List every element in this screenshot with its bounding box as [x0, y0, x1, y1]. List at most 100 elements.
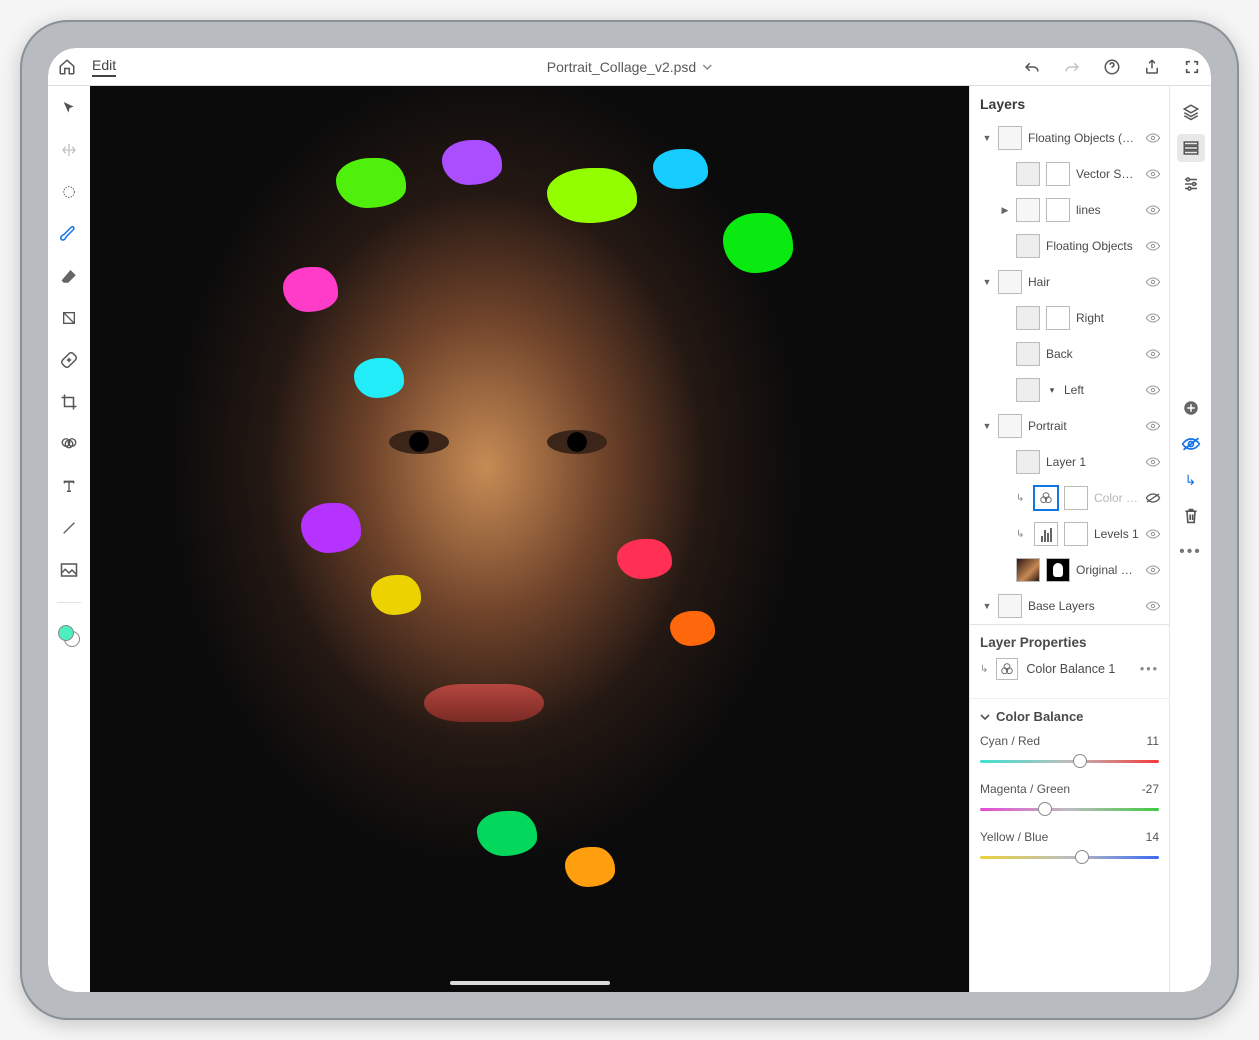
layers-compact-icon[interactable] [1177, 98, 1205, 126]
home-icon[interactable] [58, 58, 76, 76]
canvas[interactable] [90, 86, 969, 992]
visibility-icon[interactable] [1145, 312, 1163, 324]
visibility-icon[interactable] [1145, 492, 1163, 504]
folder-thumb [1016, 198, 1040, 222]
disclosure-icon[interactable]: ▼ [982, 601, 992, 611]
layer-row[interactable]: Layer 1 [970, 444, 1169, 480]
slider-knob[interactable] [1073, 754, 1087, 768]
layer-row[interactable]: ▼Floating Objects (alwa… [970, 120, 1169, 156]
clip-layer-icon[interactable]: ↳ [1177, 466, 1205, 494]
disclosure-icon[interactable]: ▶ [1000, 205, 1010, 216]
visibility-icon[interactable] [1145, 420, 1163, 432]
layer-row[interactable]: ▶ lines [970, 192, 1169, 228]
layer-row[interactable]: Floating Objects [970, 228, 1169, 264]
ipad-frame: Edit Portrait_Collage_v2.psd [20, 20, 1239, 1020]
layer-thumb [1016, 306, 1040, 330]
chevron-down-icon[interactable] [980, 712, 990, 722]
folder-thumb [998, 594, 1022, 618]
slider-knob[interactable] [1075, 850, 1089, 864]
disclosure-icon[interactable]: ▼ [982, 277, 992, 287]
eraser-tool-icon[interactable] [59, 266, 79, 286]
lasso-tool-icon[interactable] [59, 182, 79, 202]
brush-tool-icon[interactable] [59, 224, 79, 244]
layer-prop-name[interactable]: Color Balance 1 [1026, 662, 1115, 676]
crop-tool-icon[interactable] [59, 392, 79, 412]
layer-row[interactable]: ▼Portrait [970, 408, 1169, 444]
adjust-tool-icon[interactable] [59, 434, 79, 454]
slider[interactable] [980, 802, 1159, 816]
fill-tool-icon[interactable] [59, 308, 79, 328]
artwork-blob [283, 267, 338, 312]
visibility-icon[interactable] [1145, 348, 1163, 360]
more-icon[interactable]: ••• [1140, 662, 1159, 676]
artwork-blob [670, 611, 715, 646]
layers-panel: Layers ▼Floating Objects (alwa…Vector Sm… [969, 86, 1169, 992]
clip-icon: ↳ [1016, 493, 1028, 504]
artwork-blob [477, 811, 537, 856]
artwork-lips [424, 684, 544, 722]
visibility-toggle-icon[interactable] [1177, 430, 1205, 458]
delete-layer-icon[interactable] [1177, 502, 1205, 530]
visibility-icon[interactable] [1145, 456, 1163, 468]
layer-thumb [1016, 162, 1040, 186]
artwork-blob [547, 168, 637, 223]
undo-icon[interactable] [1023, 58, 1041, 76]
color-swatch-fgbg[interactable] [58, 625, 80, 647]
visibility-icon[interactable] [1145, 204, 1163, 216]
visibility-icon[interactable] [1145, 600, 1163, 612]
clip-icon: ↳ [1016, 529, 1028, 540]
layer-name: Levels 1 [1094, 527, 1139, 541]
share-icon[interactable] [1143, 58, 1161, 76]
properties-icon[interactable] [1177, 170, 1205, 198]
visibility-icon[interactable] [1145, 132, 1163, 144]
layer-row[interactable]: Vector Smart… [970, 156, 1169, 192]
transform-tool-icon[interactable] [59, 140, 79, 160]
help-icon[interactable] [1103, 58, 1121, 76]
layer-row[interactable]: Right [970, 300, 1169, 336]
heal-tool-icon[interactable] [59, 350, 79, 370]
slider-knob[interactable] [1038, 802, 1052, 816]
line-tool-icon[interactable] [59, 518, 79, 538]
visibility-icon[interactable] [1145, 528, 1163, 540]
image-tool-icon[interactable] [59, 560, 79, 580]
layer-row[interactable]: ▾Left [970, 372, 1169, 408]
disclosure-icon[interactable]: ▼ [982, 133, 992, 143]
layer-row[interactable]: Original Portr… [970, 552, 1169, 588]
artwork-eye [389, 430, 449, 454]
artwork-blob [653, 149, 708, 189]
layer-name: Floating Objects [1046, 239, 1139, 253]
visibility-icon[interactable] [1145, 564, 1163, 576]
layer-row[interactable]: ↳ Levels 1 [970, 516, 1169, 552]
add-layer-icon[interactable] [1177, 394, 1205, 422]
layer-row[interactable]: ↳Color Bala… [970, 480, 1169, 516]
more-icon[interactable]: ••• [1177, 538, 1205, 566]
redo-icon[interactable] [1063, 58, 1081, 76]
move-tool-icon[interactable] [59, 98, 79, 118]
layer-row[interactable]: ▼Hair [970, 264, 1169, 300]
layers-detail-icon[interactable] [1177, 134, 1205, 162]
visibility-icon[interactable] [1145, 384, 1163, 396]
color-balance-row: Yellow / Blue14 [980, 830, 1159, 864]
layer-name: lines [1076, 203, 1139, 217]
slider[interactable] [980, 754, 1159, 768]
artwork-blob [442, 140, 502, 185]
fullscreen-icon[interactable] [1183, 58, 1201, 76]
color-balance-section: Color Balance Cyan / Red11Magenta / Gree… [970, 698, 1169, 882]
layer-name: Original Portr… [1076, 563, 1139, 577]
type-tool-icon[interactable] [59, 476, 79, 496]
layer-row[interactable]: ▼Base Layers [970, 588, 1169, 624]
visibility-icon[interactable] [1145, 276, 1163, 288]
folder-thumb [998, 126, 1022, 150]
visibility-icon[interactable] [1145, 240, 1163, 252]
color-balance-row: Magenta / Green-27 [980, 782, 1159, 816]
layer-thumb [1016, 558, 1040, 582]
edit-menu[interactable]: Edit [92, 57, 116, 77]
layer-row[interactable]: Back [970, 336, 1169, 372]
visibility-icon[interactable] [1145, 168, 1163, 180]
layer-thumb [1016, 342, 1040, 366]
document-title[interactable]: Portrait_Collage_v2.psd [547, 59, 712, 75]
chevron-down-icon[interactable]: ▾ [1046, 385, 1058, 396]
slider[interactable] [980, 850, 1159, 864]
chevron-down-icon [702, 62, 712, 72]
disclosure-icon[interactable]: ▼ [982, 421, 992, 431]
